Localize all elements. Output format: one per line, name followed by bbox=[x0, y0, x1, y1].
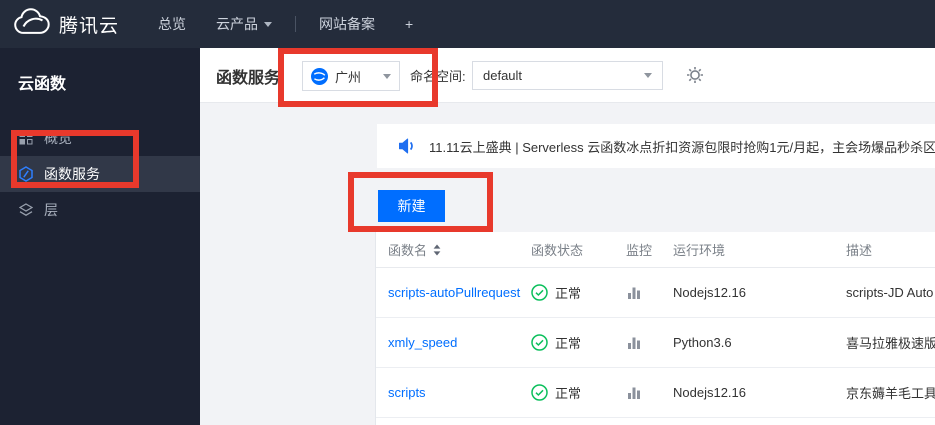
runtime-cell: Python3.6 bbox=[673, 335, 732, 350]
nav-item-icp-filing[interactable]: 网站备案 bbox=[304, 0, 390, 48]
sidebar-item-function-service[interactable]: 函数服务 bbox=[0, 156, 200, 192]
runtime-cell: Nodejs12.16 bbox=[673, 385, 746, 400]
namespace-value: default bbox=[483, 68, 523, 83]
globe-icon bbox=[311, 67, 328, 85]
function-table: 函数名 函数状态 监控 运行环境 描述 scripts-autoPullrequ… bbox=[375, 232, 935, 425]
function-name-link[interactable]: scripts-autoPullrequest bbox=[388, 285, 531, 300]
page-header: 函数服务 广州 命名空间: default bbox=[200, 48, 935, 103]
column-header-status: 函数状态 bbox=[531, 243, 584, 258]
status-cell: 正常 bbox=[531, 283, 626, 302]
cloud-logo-icon bbox=[14, 8, 50, 40]
sidebar-item-layers[interactable]: 层 bbox=[0, 192, 200, 228]
description-cell: scripts-JD Auto Pull bbox=[846, 285, 935, 300]
column-header-description: 描述 bbox=[846, 243, 873, 258]
status-badge: 正常 bbox=[555, 386, 582, 401]
nav-item-label: 网站备案 bbox=[319, 16, 376, 32]
status-badge: 正常 bbox=[555, 286, 582, 301]
column-header-runtime: 运行环境 bbox=[673, 243, 726, 258]
table-row: scripts-autoPullrequest 正常 Nodejs12.16 s… bbox=[376, 268, 935, 318]
region-value: 广州 bbox=[335, 69, 362, 85]
nav-item-label: 总览 bbox=[158, 16, 187, 32]
gear-icon[interactable] bbox=[686, 66, 704, 84]
sidebar-item-label: 函数服务 bbox=[44, 166, 100, 182]
console-page: 腾讯云 总览 云产品 网站备案 + 云函数 概览 函数服务 层 函数服务 广州 … bbox=[0, 0, 935, 425]
column-header-monitor: 监控 bbox=[626, 243, 653, 258]
nav-item-add-tab[interactable]: + bbox=[390, 0, 428, 48]
sidebar-item-overview[interactable]: 概览 bbox=[0, 120, 200, 156]
namespace-label: 命名空间: bbox=[410, 69, 466, 84]
plus-icon: + bbox=[405, 16, 414, 32]
topbar-nav: 总览 云产品 网站备案 + bbox=[143, 0, 428, 48]
chevron-down-icon bbox=[264, 21, 273, 27]
description-cell: 京东薅羊毛工具 bbox=[846, 386, 935, 401]
topbar: 腾讯云 总览 云产品 网站备案 + bbox=[0, 0, 935, 48]
status-cell: 正常 bbox=[531, 383, 626, 402]
monitor-chart-icon[interactable] bbox=[626, 335, 673, 350]
nav-divider bbox=[295, 16, 297, 32]
tencent-cloud-logo[interactable]: 腾讯云 bbox=[14, 8, 119, 40]
notice-banner: 11.11云上盛典 | Serverless 云函数冰点折扣资源包限时抢购1元/… bbox=[377, 124, 935, 168]
table-header-row: 函数名 函数状态 监控 运行环境 描述 bbox=[376, 232, 935, 268]
region-selector[interactable]: 广州 bbox=[302, 61, 400, 91]
monitor-chart-icon[interactable] bbox=[626, 385, 673, 400]
nav-item-products[interactable]: 云产品 bbox=[201, 0, 287, 48]
create-button[interactable]: 新建 bbox=[378, 190, 445, 222]
sort-icon[interactable] bbox=[433, 244, 441, 256]
layers-icon bbox=[18, 203, 34, 217]
function-name-link[interactable]: xmly_speed bbox=[388, 335, 531, 350]
sidebar-title: 云函数 bbox=[18, 76, 67, 93]
sidebar-item-label: 层 bbox=[44, 202, 58, 218]
grid-icon bbox=[18, 131, 34, 145]
sidebar-item-label: 概览 bbox=[44, 130, 72, 146]
status-ok-icon bbox=[531, 384, 548, 401]
table-row: xmly_speed 正常 Python3.6 喜马拉雅极速版刷 bbox=[376, 318, 935, 368]
brand-text: 腾讯云 bbox=[59, 15, 120, 37]
runtime-cell: Nodejs12.16 bbox=[673, 285, 746, 300]
status-ok-icon bbox=[531, 334, 548, 351]
table-row: scripts 正常 Nodejs12.16 京东薅羊毛工具 bbox=[376, 368, 935, 418]
speaker-icon bbox=[398, 138, 416, 154]
column-header-name: 函数名 bbox=[388, 240, 531, 259]
status-badge: 正常 bbox=[555, 336, 582, 351]
status-cell: 正常 bbox=[531, 333, 626, 352]
function-name-link[interactable]: scripts bbox=[388, 385, 531, 400]
description-cell: 喜马拉雅极速版刷 bbox=[846, 336, 935, 351]
column-header-label: 函数名 bbox=[388, 243, 428, 258]
status-ok-icon bbox=[531, 284, 548, 301]
chevron-down-icon bbox=[383, 73, 391, 79]
sidebar: 云函数 概览 函数服务 层 bbox=[0, 48, 200, 425]
namespace-selector[interactable]: default bbox=[472, 61, 663, 90]
chevron-down-icon bbox=[644, 73, 652, 78]
page-title: 函数服务 bbox=[216, 69, 281, 87]
nav-item-label: 云产品 bbox=[216, 16, 259, 32]
monitor-chart-icon[interactable] bbox=[626, 285, 673, 300]
scf-hexagon-icon bbox=[18, 166, 34, 182]
nav-item-overview[interactable]: 总览 bbox=[143, 0, 201, 48]
notice-text: 11.11云上盛典 | Serverless 云函数冰点折扣资源包限时抢购1元/… bbox=[429, 139, 935, 155]
